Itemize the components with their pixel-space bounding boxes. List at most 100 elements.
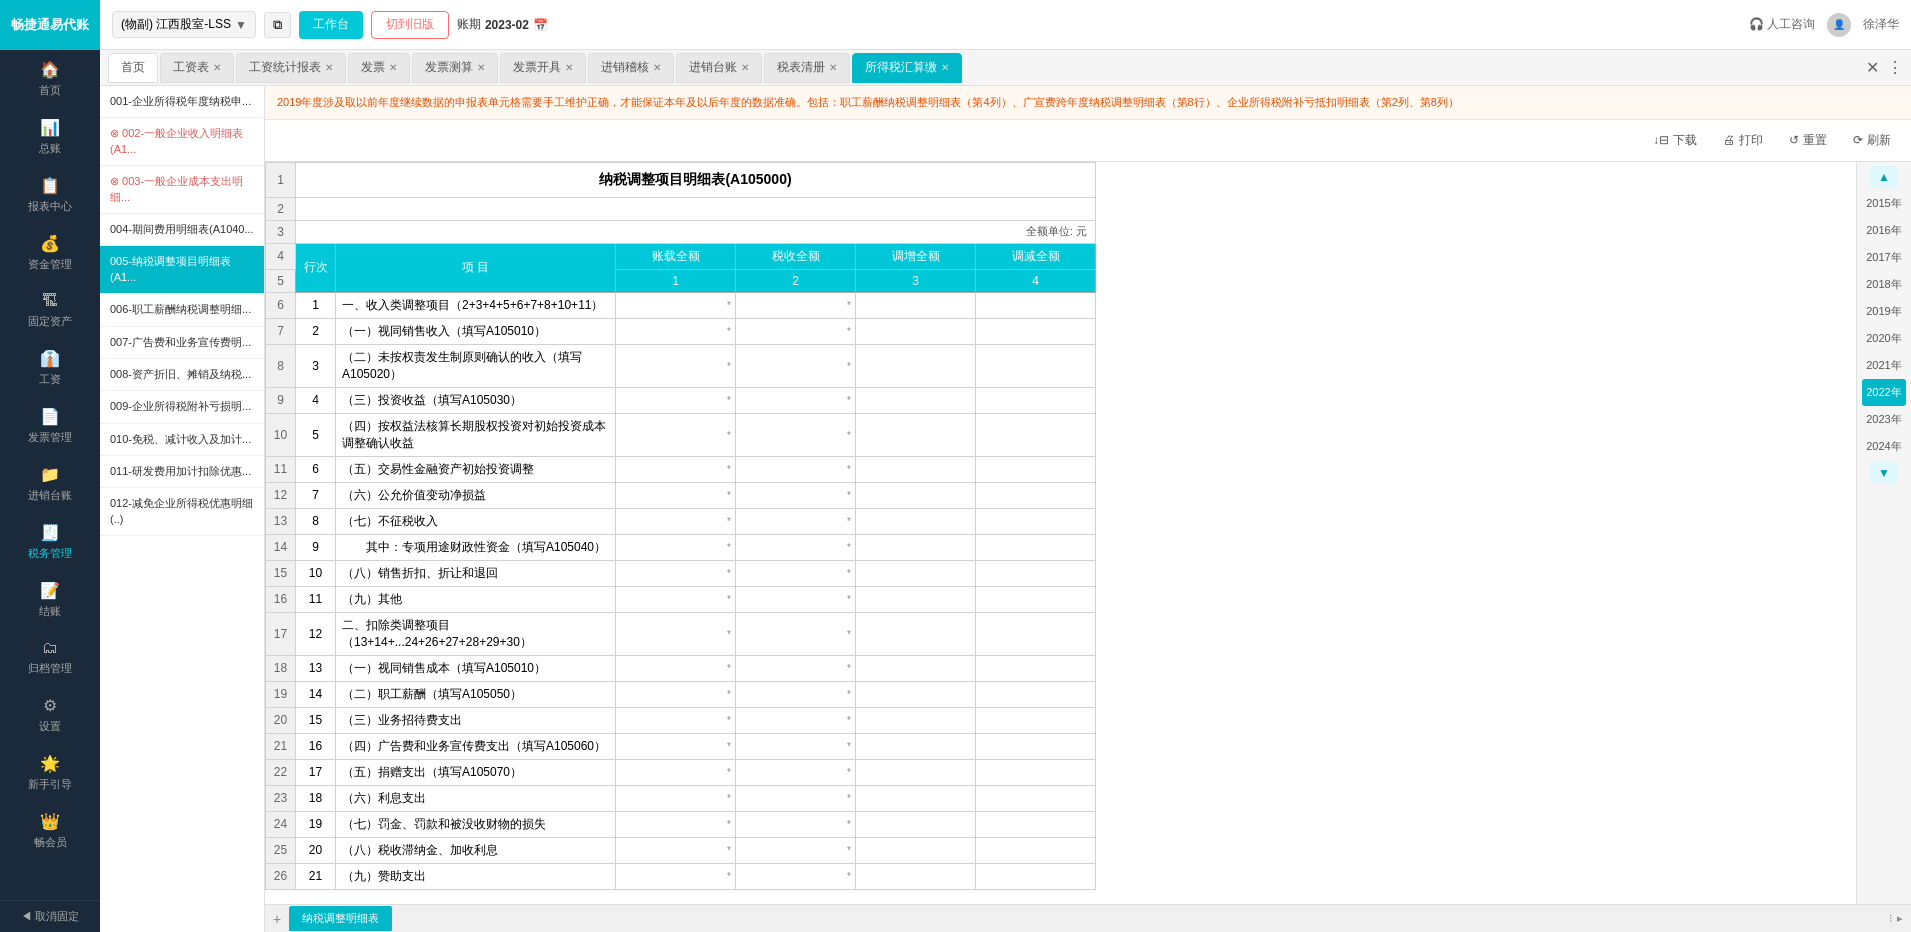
cell-col2[interactable]: *: [736, 863, 856, 889]
cell-col1[interactable]: *: [616, 482, 736, 508]
year-item-2024年[interactable]: 2024年: [1862, 433, 1906, 460]
doc-list-item-010[interactable]: 010-免税、减计收入及加计...: [100, 424, 264, 456]
tab-工资表[interactable]: 工资表✕: [160, 53, 234, 83]
cell-col1[interactable]: *: [616, 344, 736, 387]
doc-list-item-011[interactable]: 011-研发费用加计扣除优惠...: [100, 456, 264, 488]
cell-col4[interactable]: [976, 560, 1096, 586]
download-button[interactable]: ↓⊟ 下载: [1645, 128, 1705, 153]
cell-col3[interactable]: [856, 837, 976, 863]
cell-col1[interactable]: *: [616, 560, 736, 586]
tab-close-icon[interactable]: ✕: [389, 62, 397, 73]
cell-col4[interactable]: [976, 681, 1096, 707]
cell-col1[interactable]: *: [616, 811, 736, 837]
tab-发票开具[interactable]: 发票开具✕: [500, 53, 586, 83]
sheet-tab-纳税调整明细表[interactable]: 纳税调整明细表: [289, 906, 392, 931]
cell-col2[interactable]: *: [736, 344, 856, 387]
tab-进销台账[interactable]: 进销台账✕: [676, 53, 762, 83]
sidebar-item-报表中心[interactable]: 📋报表中心: [0, 166, 100, 224]
cell-col3[interactable]: [856, 586, 976, 612]
cell-col4[interactable]: [976, 534, 1096, 560]
doc-list-item-009[interactable]: 009-企业所得税附补亏损明...: [100, 391, 264, 423]
cell-col4[interactable]: [976, 655, 1096, 681]
tab-close-icon[interactable]: ✕: [829, 62, 837, 73]
cell-col1[interactable]: *: [616, 586, 736, 612]
cell-col3[interactable]: [856, 413, 976, 456]
cell-col2[interactable]: *: [736, 586, 856, 612]
cell-col4[interactable]: [976, 508, 1096, 534]
doc-list-item-001[interactable]: 001-企业所得税年度纳税申...: [100, 86, 264, 118]
doc-list-item-007[interactable]: 007-广告费和业务宣传费明...: [100, 327, 264, 359]
cell-col2[interactable]: *: [736, 759, 856, 785]
cell-col3[interactable]: [856, 681, 976, 707]
year-item-2016年[interactable]: 2016年: [1862, 217, 1906, 244]
year-item-2017年[interactable]: 2017年: [1862, 244, 1906, 271]
sidebar-item-畅会员[interactable]: 👑畅会员: [0, 802, 100, 860]
cell-col3[interactable]: [856, 612, 976, 655]
doc-list-item-012[interactable]: 012-减免企业所得税优惠明细(..): [100, 488, 264, 536]
cell-col2[interactable]: *: [736, 681, 856, 707]
cell-col2[interactable]: *: [736, 482, 856, 508]
sidebar-item-首页[interactable]: 🏠首页: [0, 50, 100, 108]
year-item-2020年[interactable]: 2020年: [1862, 325, 1906, 352]
doc-list-item-006[interactable]: 006-职工薪酬纳税调整明细...: [100, 294, 264, 326]
sidebar-item-税务管理[interactable]: 🧾税务管理: [0, 513, 100, 571]
tab-所得税汇算缴[interactable]: 所得税汇算缴✕: [852, 53, 962, 83]
sidebar-item-进销台账[interactable]: 📁进销台账: [0, 455, 100, 513]
cell-col4[interactable]: [976, 612, 1096, 655]
cell-col3[interactable]: [856, 707, 976, 733]
cell-col4[interactable]: [976, 387, 1096, 413]
year-item-2019年[interactable]: 2019年: [1862, 298, 1906, 325]
scroll-left-icon[interactable]: ⁝: [1889, 912, 1893, 925]
tab-首页[interactable]: 首页: [108, 53, 158, 83]
cell-col1[interactable]: *: [616, 837, 736, 863]
refresh-button[interactable]: ⟳ 刷新: [1845, 128, 1899, 153]
cell-col2[interactable]: *: [736, 733, 856, 759]
cell-col1[interactable]: *: [616, 707, 736, 733]
tab-close-icon[interactable]: ✕: [653, 62, 661, 73]
sidebar-item-新手引导[interactable]: 🌟新手引导: [0, 744, 100, 802]
scroll-right-icon[interactable]: ▸: [1897, 912, 1903, 925]
cell-col4[interactable]: [976, 586, 1096, 612]
cell-col4[interactable]: [976, 456, 1096, 482]
tab-close-icon[interactable]: ✕: [941, 62, 949, 73]
cell-col1[interactable]: *: [616, 733, 736, 759]
cell-col3[interactable]: [856, 733, 976, 759]
doc-list-item-008[interactable]: 008-资产折旧、摊销及纳税...: [100, 359, 264, 391]
cell-col3[interactable]: [856, 482, 976, 508]
sidebar-item-固定资产[interactable]: 🏗固定资产: [0, 282, 100, 339]
cell-col3[interactable]: [856, 811, 976, 837]
cell-col1[interactable]: *: [616, 456, 736, 482]
year-item-2018年[interactable]: 2018年: [1862, 271, 1906, 298]
cell-col3[interactable]: [856, 318, 976, 344]
add-sheet-icon[interactable]: +: [273, 911, 281, 927]
company-selector[interactable]: (物副) 江西股室-LSS ▼: [112, 11, 256, 38]
reset-button[interactable]: ↺ 重置: [1781, 128, 1835, 153]
cell-col2[interactable]: *: [736, 292, 856, 318]
sidebar-item-设置[interactable]: ⚙设置: [0, 686, 100, 744]
cell-col2[interactable]: *: [736, 387, 856, 413]
more-icon[interactable]: ⋮: [1887, 58, 1903, 77]
cell-col4[interactable]: [976, 759, 1096, 785]
copy-icon[interactable]: ⧉: [264, 12, 291, 38]
calendar-icon[interactable]: 📅: [533, 18, 548, 32]
cell-col1[interactable]: *: [616, 534, 736, 560]
tab-工资统计报表[interactable]: 工资统计报表✕: [236, 53, 346, 83]
unpin-sidebar-button[interactable]: ◀ 取消固定: [0, 900, 100, 932]
cell-col2[interactable]: *: [736, 318, 856, 344]
support-button[interactable]: 🎧 人工咨询: [1749, 16, 1815, 33]
cell-col2[interactable]: *: [736, 655, 856, 681]
year-scroll-down[interactable]: ▼: [1870, 462, 1898, 484]
spreadsheet-main[interactable]: 1 纳税调整项目明细表(A105000) 23全额单位: 元 4 行次 项 目 …: [265, 162, 1856, 905]
sidebar-item-总账[interactable]: 📊总账: [0, 108, 100, 166]
doc-list-item-005[interactable]: 005-纳税调整项目明细表(A1...: [100, 246, 264, 294]
cell-col1[interactable]: *: [616, 387, 736, 413]
year-item-2021年[interactable]: 2021年: [1862, 352, 1906, 379]
cell-col2[interactable]: *: [736, 413, 856, 456]
tab-close-icon[interactable]: ✕: [565, 62, 573, 73]
cell-col1[interactable]: *: [616, 508, 736, 534]
cell-col1[interactable]: *: [616, 318, 736, 344]
cell-col3[interactable]: [856, 456, 976, 482]
year-item-2023年[interactable]: 2023年: [1862, 406, 1906, 433]
sidebar-item-工资[interactable]: 👔工资: [0, 339, 100, 397]
cell-col4[interactable]: [976, 707, 1096, 733]
